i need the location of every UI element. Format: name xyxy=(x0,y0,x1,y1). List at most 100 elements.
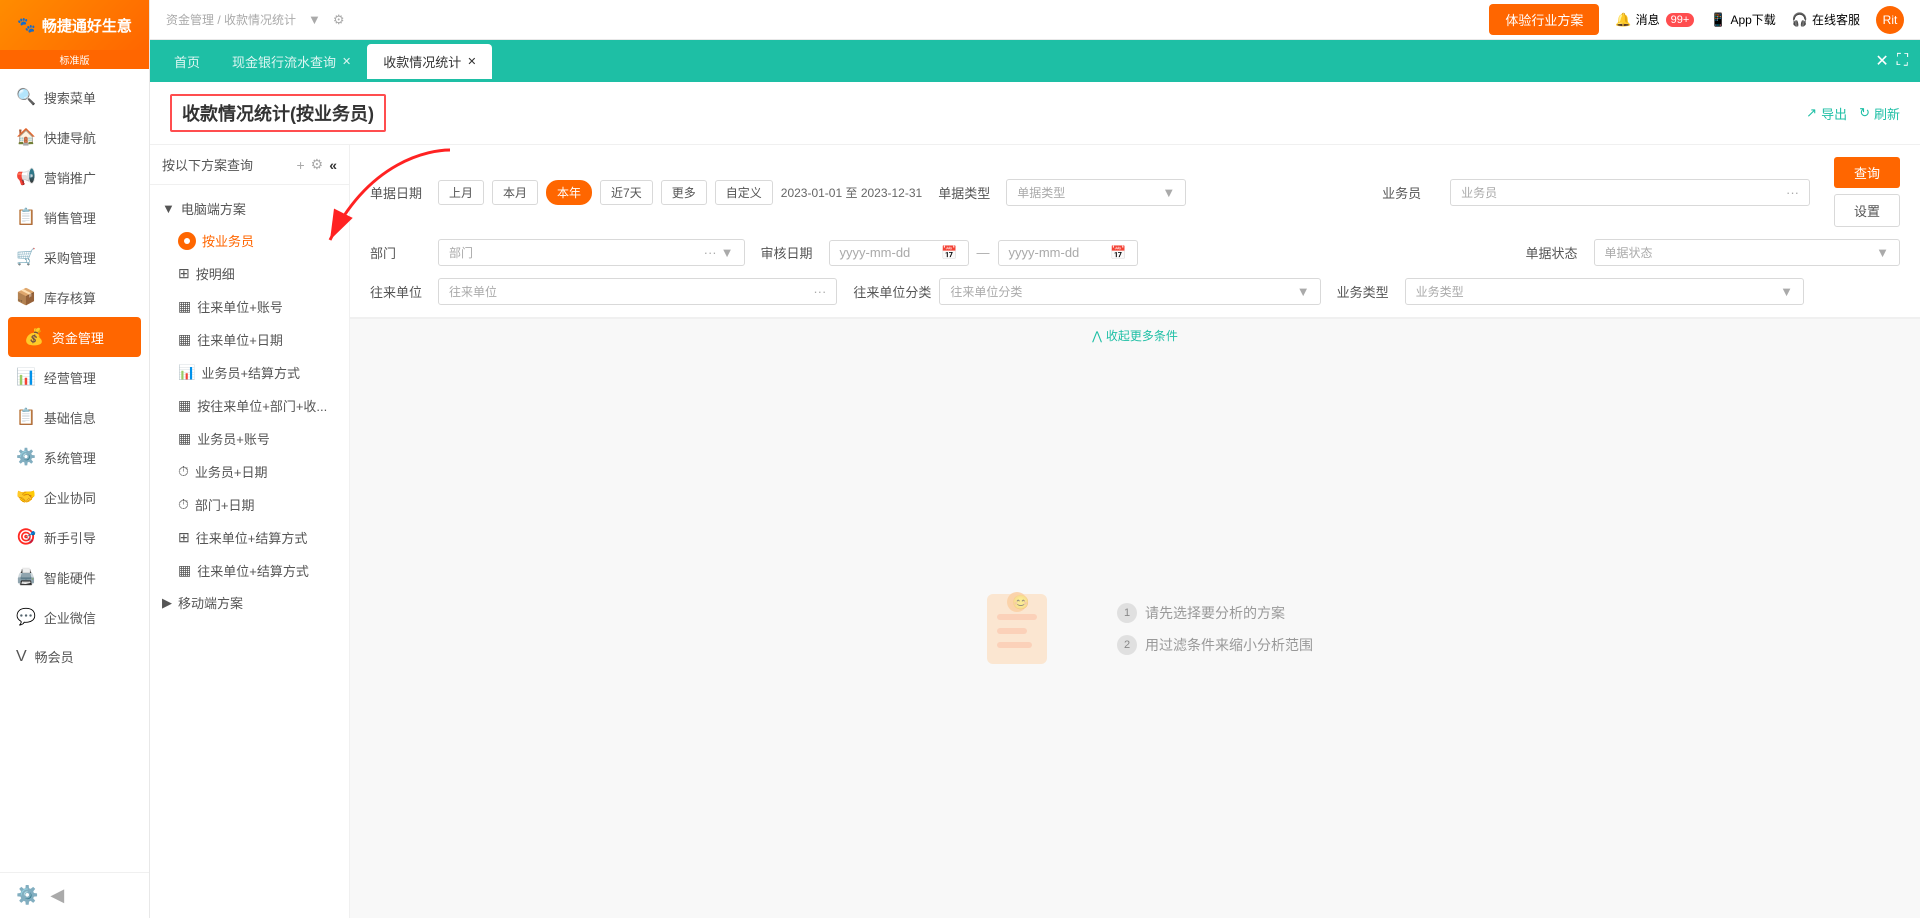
tree-item-salesperson-settle[interactable]: 📊 业务员+结算方式 xyxy=(150,356,349,389)
sidebar-bottom: ⚙️ ◀ xyxy=(0,872,149,918)
add-scheme-button[interactable]: + xyxy=(296,157,304,173)
collapse-label: 收起更多条件 xyxy=(1106,327,1178,344)
tree-item-by-detail[interactable]: ⊞ 按明细 xyxy=(150,257,349,290)
tab-home-label: 首页 xyxy=(174,52,200,71)
settings-button[interactable]: 设置 xyxy=(1834,194,1900,227)
settings-icon[interactable]: ⚙ xyxy=(333,12,345,28)
tree-item-partner-dept-collect[interactable]: ▦ 按往来单位+部门+收... xyxy=(150,389,349,422)
tree-item-partner-account[interactable]: ▦ 往来单位+账号 xyxy=(150,290,349,323)
maximize-icon[interactable]: ⛶ xyxy=(1897,52,1908,70)
audit-date-to[interactable]: yyyy-mm-dd 📅 xyxy=(998,240,1138,266)
sidebar-item-member[interactable]: V 畅会员 xyxy=(0,637,149,676)
chevron-down-icon: ▼ xyxy=(162,201,175,216)
date-btn-last-month[interactable]: 上月 xyxy=(438,180,484,205)
tab-bank-flow[interactable]: 现金银行流水查询 ✕ xyxy=(216,44,367,79)
partner-category-select[interactable]: 往来单位分类 ▼ xyxy=(939,278,1320,305)
notifications-btn[interactable]: 🔔 消息 99+ xyxy=(1615,11,1694,28)
page-title: 收款情况统计(按业务员) xyxy=(170,94,386,132)
refresh-label: 刷新 xyxy=(1874,104,1900,123)
biz-type-filter: 业务类型 业务类型 ▼ xyxy=(1337,278,1804,305)
sidebar-item-label: 系统管理 xyxy=(44,448,96,467)
dots-icon[interactable]: ··· xyxy=(813,284,826,299)
tree-item-salesperson-date[interactable]: ⏱ 业务员+日期 xyxy=(150,455,349,488)
online-service-btn[interactable]: 🎧 在线客服 xyxy=(1792,11,1860,28)
chevron-down-icon: ▼ xyxy=(308,12,321,27)
bill-type-select[interactable]: 单据类型 ▼ xyxy=(1006,179,1186,206)
tree-item-label: 按业务员 xyxy=(202,231,254,250)
sidebar-item-operations[interactable]: 📊 经营管理 xyxy=(0,357,149,397)
svg-text:😊: 😊 xyxy=(1012,594,1029,610)
version-badge: 标准版 xyxy=(0,50,149,69)
sidebar-item-hardware[interactable]: 🖨️ 智能硬件 xyxy=(0,557,149,597)
sidebar-item-guide[interactable]: 🎯 新手引导 xyxy=(0,517,149,557)
tree-item-partner-settle1[interactable]: ⊞ 往来单位+结算方式 xyxy=(150,521,349,554)
chevron-down-icon: ▼ xyxy=(1297,284,1310,299)
right-content: 单据日期 上月 本月 本年 近7天 更多 自定义 2023-01-01 至 20… xyxy=(350,145,1920,918)
tree-item-partner-settle2[interactable]: ▦ 往来单位+结算方式 xyxy=(150,554,349,587)
biz-type-select[interactable]: 业务类型 ▼ xyxy=(1405,278,1804,305)
tree-item-dept-date[interactable]: ⏱ 部门+日期 xyxy=(150,488,349,521)
tab-collection-stats[interactable]: 收款情况统计 ✕ xyxy=(367,44,492,79)
date-btn-this-month[interactable]: 本月 xyxy=(492,180,538,205)
tab-home[interactable]: 首页 xyxy=(158,44,216,79)
date-separator: — xyxy=(977,245,990,260)
sidebar-item-quicknav[interactable]: 🏠 快捷导航 xyxy=(0,117,149,157)
sidebar-item-marketing[interactable]: 📢 营销推广 xyxy=(0,157,149,197)
tree-item-by-salesperson[interactable]: 按业务员 xyxy=(150,224,349,257)
date-btn-this-year[interactable]: 本年 xyxy=(546,180,592,205)
partner-category-label: 往来单位分类 xyxy=(853,282,931,301)
date-range-display: 2023-01-01 至 2023-12-31 xyxy=(781,184,922,201)
tree-item-partner-date[interactable]: ▦ 往来单位+日期 xyxy=(150,323,349,356)
tab-bank-flow-close[interactable]: ✕ xyxy=(342,55,351,68)
date-btn-more[interactable]: 更多 xyxy=(661,180,707,205)
query-button[interactable]: 查询 xyxy=(1834,157,1900,188)
date-btn-custom[interactable]: 自定义 xyxy=(715,180,773,205)
refresh-button[interactable]: ↻ 刷新 xyxy=(1859,104,1900,123)
collapse-bottom-icon[interactable]: ◀ xyxy=(50,885,64,906)
audit-date-from[interactable]: yyyy-mm-dd 📅 xyxy=(829,240,969,266)
audit-date-range: yyyy-mm-dd 📅 — yyyy-mm-dd 📅 xyxy=(829,240,1138,266)
collapse-conditions-btn[interactable]: ⋀ 收起更多条件 xyxy=(350,318,1920,352)
sidebar-item-inventory[interactable]: 📦 库存核算 xyxy=(0,277,149,317)
dept-select[interactable]: 部门 ··· ▼ xyxy=(438,239,745,266)
tree-group-mobile[interactable]: ▶ 移动端方案 xyxy=(150,587,349,618)
export-button[interactable]: ↗ 导出 xyxy=(1806,104,1847,123)
headset-icon: 🎧 xyxy=(1792,12,1808,28)
bill-status-select[interactable]: 单据状态 ▼ xyxy=(1594,239,1901,266)
inventory-icon: 📦 xyxy=(16,287,36,307)
partner-select[interactable]: 往来单位 ··· xyxy=(438,278,837,305)
tab-collection-stats-close[interactable]: ✕ xyxy=(467,55,476,68)
app-icon: 📱 xyxy=(1710,12,1726,28)
system-icon: ⚙️ xyxy=(16,447,36,467)
sidebar-item-label: 搜索菜单 xyxy=(44,88,96,107)
left-panel-title: 按以下方案查询 xyxy=(162,155,253,174)
sidebar-item-label: 快捷导航 xyxy=(44,128,96,147)
close-window-icon[interactable]: ✕ xyxy=(1875,51,1888,71)
scheme-settings-button[interactable]: ⚙ xyxy=(311,156,324,173)
settings-bottom-icon[interactable]: ⚙️ xyxy=(16,885,38,906)
dots-icon[interactable]: ··· xyxy=(1786,185,1799,200)
tree-group-pc[interactable]: ▼ 电脑端方案 xyxy=(150,193,349,224)
partner-category-placeholder: 往来单位分类 xyxy=(950,283,1292,300)
audit-date-to-placeholder: yyyy-mm-dd xyxy=(1009,245,1107,260)
calendar-icon: 📅 xyxy=(1110,245,1126,261)
date-btn-last-7days[interactable]: 近7天 xyxy=(600,180,653,205)
salesperson-select[interactable]: 业务员 ··· xyxy=(1450,179,1810,206)
user-avatar[interactable]: Rit xyxy=(1876,6,1904,34)
sidebar-item-search[interactable]: 🔍 搜索菜单 xyxy=(0,77,149,117)
sidebar-item-sales[interactable]: 📋 销售管理 xyxy=(0,197,149,237)
collapse-panel-button[interactable]: « xyxy=(329,157,337,173)
sidebar-item-system[interactable]: ⚙️ 系统管理 xyxy=(0,437,149,477)
sidebar-item-basic[interactable]: 📋 基础信息 xyxy=(0,397,149,437)
content-area: 按以下方案查询 + ⚙ « ▼ 电脑端方案 按业务员 xyxy=(150,145,1920,918)
sidebar-item-finance[interactable]: 💰 资金管理 xyxy=(8,317,141,357)
dots-icon[interactable]: ··· xyxy=(704,245,717,260)
sidebar-item-purchase[interactable]: 🛒 采购管理 xyxy=(0,237,149,277)
tree-item-salesperson-account[interactable]: ▦ 业务员+账号 xyxy=(150,422,349,455)
tab-bar: 首页 现金银行流水查询 ✕ 收款情况统计 ✕ ✕ ⛶ xyxy=(150,40,1920,82)
industry-plan-btn[interactable]: 体验行业方案 xyxy=(1489,4,1599,35)
sidebar-item-wechat[interactable]: 💬 企业微信 xyxy=(0,597,149,637)
app-download-btn[interactable]: 📱 App下载 xyxy=(1710,11,1776,28)
sidebar-item-enterprise[interactable]: 🤝 企业协同 xyxy=(0,477,149,517)
search-icon: 🔍 xyxy=(16,87,36,107)
